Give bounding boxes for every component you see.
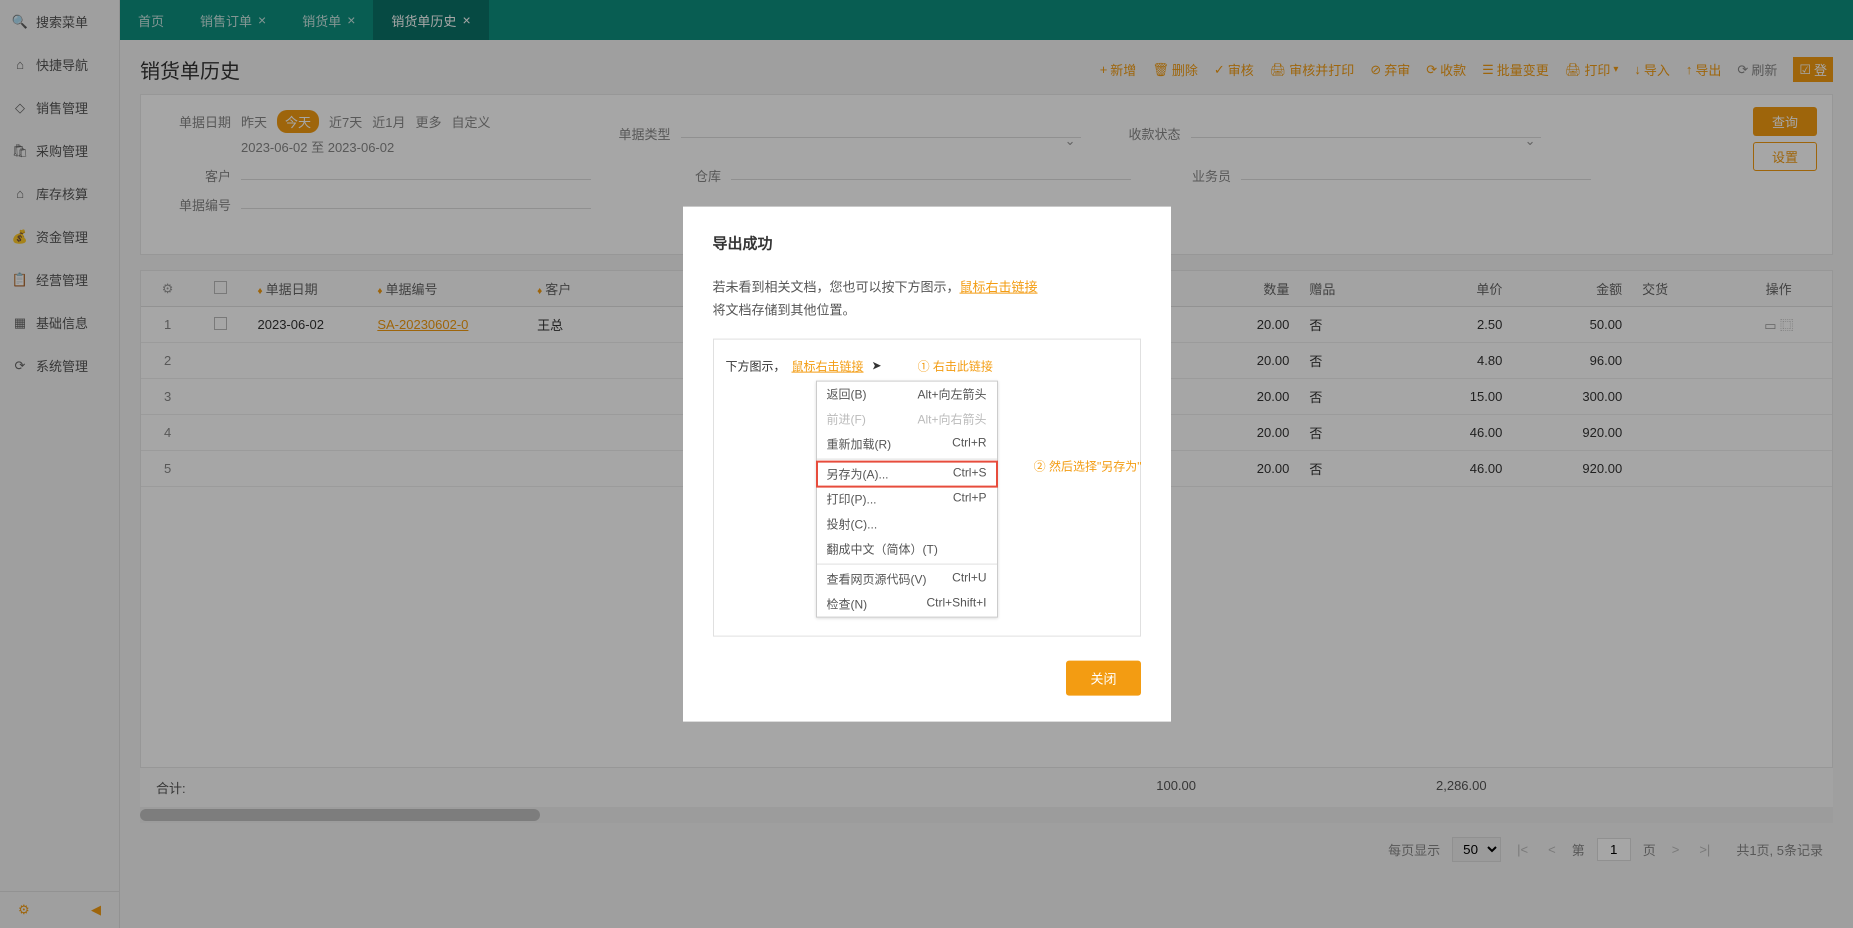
modal-link[interactable]: 鼠标右击链接 <box>960 280 1038 295</box>
context-menu-illustration: 返回(B)Alt+向左箭头 前进(F)Alt+向右箭头 重新加载(R)Ctrl+… <box>816 380 998 617</box>
context-menu-item: 检查(N)Ctrl+Shift+I <box>817 591 997 616</box>
export-success-modal: 导出成功 若未看到相关文档，您也可以按下方图示，鼠标右击链接 将文档存储到其他位… <box>683 207 1171 722</box>
modal-text: 若未看到相关文档，您也可以按下方图示，鼠标右击链接 将文档存储到其他位置。 <box>713 276 1141 323</box>
cursor-icon: ➤ <box>872 359 882 373</box>
callout-1: ① 右击此链接 <box>918 357 993 374</box>
context-menu-item: 翻成中文（简体）(T) <box>817 536 997 561</box>
modal-illustration: 下方图示， 鼠标右击链接 ➤ ① 右击此链接 返回(B)Alt+向左箭头 前进(… <box>713 338 1141 636</box>
modal-close-button[interactable]: 关闭 <box>1066 660 1140 695</box>
context-menu-item: 打印(P)...Ctrl+P <box>817 486 997 511</box>
context-menu-item: 返回(B)Alt+向左箭头 <box>817 381 997 406</box>
context-menu-item: 查看网页源代码(V)Ctrl+U <box>817 566 997 591</box>
illustration-link: 鼠标右击链接 <box>792 357 864 374</box>
context-menu-item: 另存为(A)...Ctrl+S <box>817 461 997 486</box>
context-menu-item: 前进(F)Alt+向右箭头 <box>817 406 997 431</box>
modal-title: 导出成功 <box>713 233 1141 254</box>
context-menu-item: 投射(C)... <box>817 511 997 536</box>
callout-2: ② 然后选择"另存为" <box>1034 457 1142 474</box>
context-menu-item: 重新加载(R)Ctrl+R <box>817 431 997 456</box>
